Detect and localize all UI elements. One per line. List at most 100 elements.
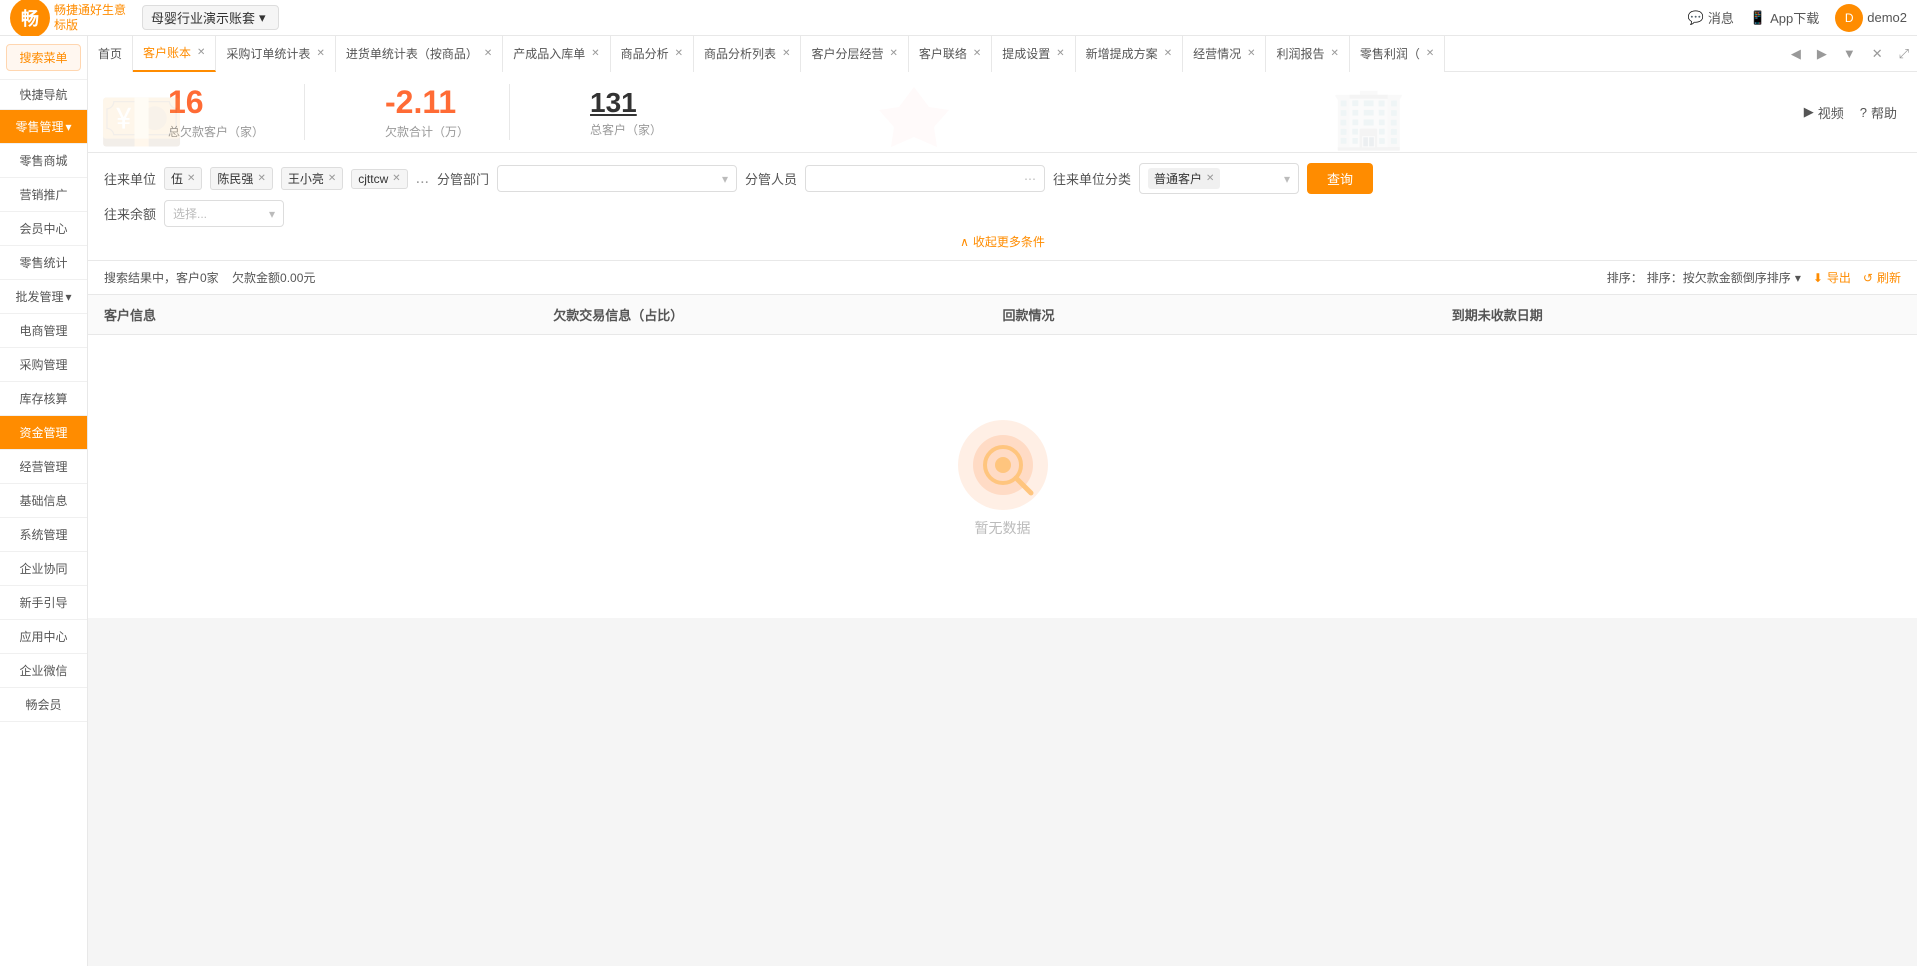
tab-operations-report[interactable]: 经营情况 ✕ <box>1183 36 1266 72</box>
tab-goods-analysis[interactable]: 商品分析 ✕ <box>611 36 694 72</box>
col-header-customer: 客户信息 <box>104 305 553 324</box>
tab-close-goods-analysis-list[interactable]: ✕ <box>782 48 790 59</box>
filter-label-person: 分管人员 <box>745 169 797 188</box>
content-area: 首页 客户账本 ✕ 采购订单统计表 ✕ 进货单统计表（按商品） ✕ <box>88 36 1917 966</box>
filter-more-dots[interactable]: ... <box>416 170 429 188</box>
tab-close-retail-profit[interactable]: ✕ <box>1426 48 1434 59</box>
tabs-overflow: 首页 客户账本 ✕ 采购订单统计表 ✕ 进货单统计表（按商品） ✕ <box>88 36 1783 72</box>
stat-value-3: 131 <box>590 87 637 119</box>
help-icon: ? <box>1860 105 1867 120</box>
sidebar-item-app-center[interactable]: 应用中心 <box>0 620 87 654</box>
sidebar: 搜索菜单 快捷导航 零售管理 ▾ 零售商城 营销推广 会员中心 零售统计 批发管… <box>0 36 88 966</box>
account-select[interactable]: 母婴行业演示账套 ▾ <box>142 5 279 30</box>
app-download-btn[interactable]: 📱 App下载 <box>1750 8 1819 27</box>
filter-label-dept: 分管部门 <box>437 169 489 188</box>
phone-icon: 📱 <box>1750 10 1766 26</box>
export-btn[interactable]: ⬇ 导出 <box>1813 269 1851 286</box>
sidebar-item-wholesale-mgmt[interactable]: 批发管理 ▾ <box>0 280 87 314</box>
stat-value-2: -2.11 <box>385 84 456 121</box>
chevron-down-icon: ▾ <box>259 10 266 26</box>
tab-cost-inbound[interactable]: 产成品入库单 ✕ <box>503 36 610 72</box>
col-header-repayment: 回款情况 <box>1003 305 1452 324</box>
tab-close-customer-contact[interactable]: ✕ <box>973 48 981 59</box>
filter-tag-0-close[interactable]: ✕ <box>187 173 195 184</box>
tab-close-inventory-stats[interactable]: ✕ <box>484 48 492 59</box>
sidebar-item-enterprise-collab[interactable]: 企业协同 <box>0 552 87 586</box>
sidebar-item-quick-nav[interactable]: 快捷导航 <box>0 80 87 110</box>
tab-close-goods-analysis[interactable]: ✕ <box>675 48 683 59</box>
logo-text: 畅捷通好生意 标版 <box>54 3 126 32</box>
collapse-filters-btn[interactable]: ∧ 收起更多条件 <box>104 233 1901 250</box>
sidebar-item-vip-member[interactable]: 畅会员 <box>0 688 87 722</box>
tab-customer-segment[interactable]: 客户分层经营 ✕ <box>801 36 908 72</box>
sidebar-search-area: 搜索菜单 <box>0 36 87 80</box>
data-table: 客户信息 欠款交易信息（占比） 回款情况 到期未收款日期 <box>88 295 1917 618</box>
sidebar-item-inventory-check[interactable]: 库存核算 <box>0 382 87 416</box>
sidebar-item-purchase-mgmt[interactable]: 采购管理 <box>0 348 87 382</box>
sidebar-item-retail-stats[interactable]: 零售统计 <box>0 246 87 280</box>
refresh-btn[interactable]: ↺ 刷新 <box>1863 269 1901 286</box>
message-btn[interactable]: 💬 消息 <box>1688 8 1734 27</box>
video-btn[interactable]: ▶ 视频 <box>1804 103 1844 122</box>
tab-close-customer-capital[interactable]: ✕ <box>197 47 205 58</box>
sidebar-item-new-guide[interactable]: 新手引导 <box>0 586 87 620</box>
tab-home[interactable]: 首页 <box>88 36 133 72</box>
sidebar-item-system-mgmt[interactable]: 系统管理 <box>0 518 87 552</box>
filter-tag-2-close[interactable]: ✕ <box>328 173 336 184</box>
tabs-more-btn[interactable]: ▼ <box>1835 36 1864 72</box>
table-header: 客户信息 欠款交易信息（占比） 回款情况 到期未收款日期 <box>88 295 1917 335</box>
tab-close-customer-segment[interactable]: ✕ <box>889 48 897 59</box>
sidebar-item-basic-info[interactable]: 基础信息 <box>0 484 87 518</box>
tab-inventory-stats[interactable]: 进货单统计表（按商品） ✕ <box>336 36 503 72</box>
tab-customer-contact[interactable]: 客户联络 ✕ <box>909 36 992 72</box>
filter-label-balance: 往来余额 <box>104 204 156 223</box>
filter-tag-3-close[interactable]: ✕ <box>392 173 400 184</box>
logo-icon: 畅 <box>10 0 50 38</box>
bell-icon: 💬 <box>1688 10 1704 26</box>
tab-close-profit-report[interactable]: ✕ <box>1331 48 1339 59</box>
filter-section: 往来单位 伍 ✕ 陈民强 ✕ 王小亮 ✕ <box>88 153 1917 261</box>
filter-select-unit-category[interactable]: 普通客户 ✕ ▾ <box>1139 163 1299 194</box>
filter-select-dept[interactable]: ▾ <box>497 165 737 192</box>
filter-select-person[interactable]: ⋯ <box>805 165 1045 192</box>
filter-tag-1-close[interactable]: ✕ <box>257 173 265 184</box>
tab-retail-profit[interactable]: 零售利润（ ✕ <box>1350 36 1445 72</box>
tab-purchase-order-stats[interactable]: 采购订单统计表 ✕ <box>216 36 335 72</box>
tab-close-promotion-settings[interactable]: ✕ <box>1056 48 1064 59</box>
sidebar-item-ecommerce-mgmt[interactable]: 电商管理 <box>0 314 87 348</box>
tab-close-operations-report[interactable]: ✕ <box>1247 48 1255 59</box>
tab-close-new-promotion-plan[interactable]: ✕ <box>1164 48 1172 59</box>
search-menu-button[interactable]: 搜索菜单 <box>6 44 81 71</box>
sidebar-item-capital-mgmt[interactable]: 资金管理 <box>0 416 87 450</box>
stat-label-2: 欠款合计（万） <box>385 123 469 140</box>
tabs-close-all-btn[interactable]: ✕ <box>1864 36 1891 72</box>
tab-new-promotion-plan[interactable]: 新增提成方案 ✕ <box>1076 36 1183 72</box>
sidebar-item-enterprise-wechat[interactable]: 企业微信 <box>0 654 87 688</box>
tabs-prev-btn[interactable]: ◀ <box>1783 36 1809 72</box>
sidebar-item-member-center[interactable]: 会员中心 <box>0 212 87 246</box>
query-button[interactable]: 查询 <box>1307 163 1373 194</box>
tab-close-purchase-order-stats[interactable]: ✕ <box>316 48 324 59</box>
tab-promotion-settings[interactable]: 提成设置 ✕ <box>992 36 1075 72</box>
tabs-next-btn[interactable]: ▶ <box>1809 36 1835 72</box>
tab-customer-capital[interactable]: 客户账本 ✕ <box>133 36 216 72</box>
tab-close-cost-inbound[interactable]: ✕ <box>591 48 599 59</box>
stats-icon-2 <box>874 82 954 166</box>
stats-icon-1: 💴 <box>98 82 185 164</box>
tab-profit-report[interactable]: 利润报告 ✕ <box>1266 36 1349 72</box>
sort-select[interactable]: 排序： 排序：按欠款金额倒序排序 ▾ <box>1607 269 1801 286</box>
filter-tag-category-close[interactable]: ✕ <box>1206 173 1214 184</box>
sidebar-item-retail-mgmt[interactable]: 零售管理 ▾ <box>0 110 87 144</box>
sidebar-item-marketing[interactable]: 营销推广 <box>0 178 87 212</box>
chevron-down-icon: ▾ <box>65 120 71 134</box>
user-avatar-btn[interactable]: D demo2 <box>1835 4 1907 32</box>
tabs-fullscreen-btn[interactable]: ⤢ <box>1891 36 1917 72</box>
sidebar-item-operations-mgmt[interactable]: 经营管理 <box>0 450 87 484</box>
chevron-down-icon: ▾ <box>65 290 71 304</box>
tab-goods-analysis-list[interactable]: 商品分析列表 ✕ <box>694 36 801 72</box>
help-btn[interactable]: ? 帮助 <box>1860 103 1897 122</box>
filter-select-balance[interactable]: 选择... ▾ <box>164 200 284 227</box>
sidebar-item-retail-mall[interactable]: 零售商城 <box>0 144 87 178</box>
filter-tag-category: 普通客户 ✕ <box>1148 168 1220 189</box>
logo: 畅 畅捷通好生意 标版 <box>10 0 126 38</box>
